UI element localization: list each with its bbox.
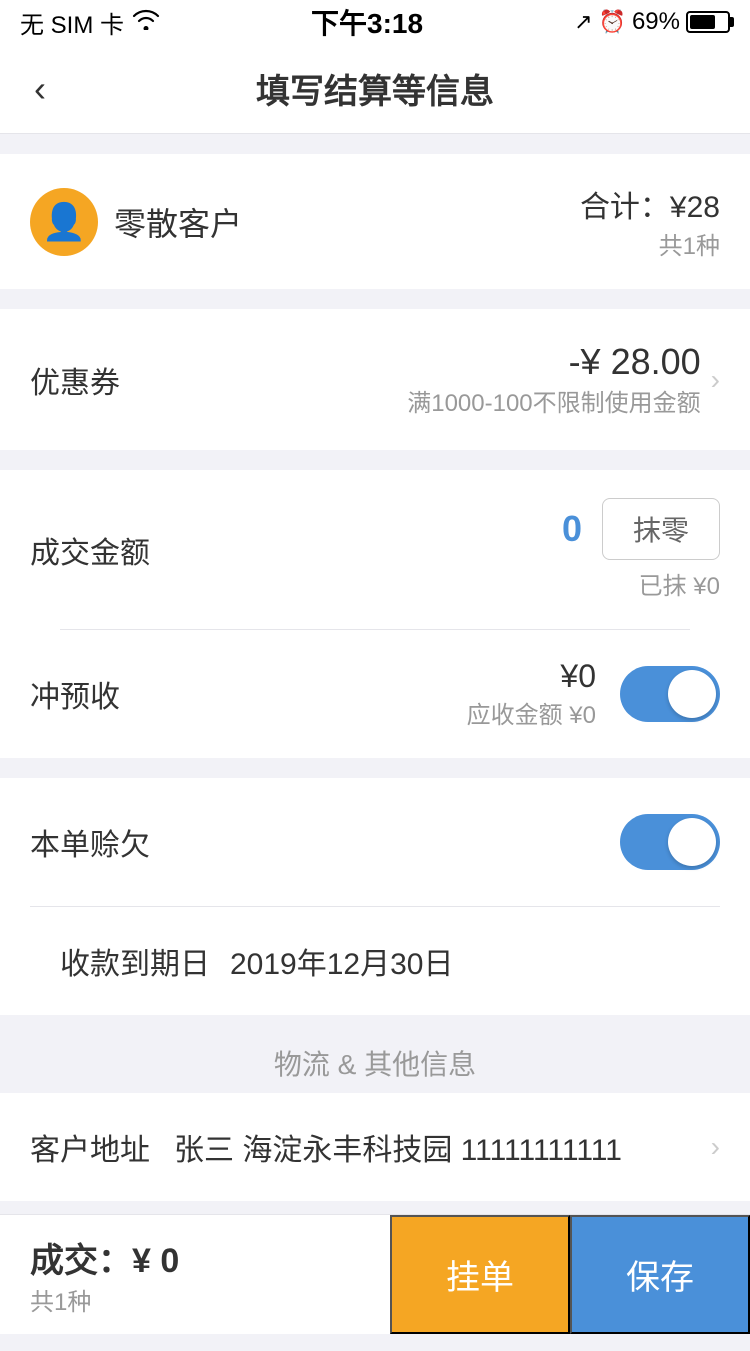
address-row[interactable]: 客户地址 张三 海淀永丰科技园 11111111111 › xyxy=(0,1093,750,1201)
debt-label: 本单赊欠 xyxy=(30,820,150,864)
customer-info: 👤 零散客户 xyxy=(30,188,242,256)
coupon-label: 优惠券 xyxy=(30,358,120,402)
user-icon: 👤 xyxy=(42,201,87,243)
coupon-desc: 满1000-100不限制使用金额 xyxy=(407,383,700,418)
deal-sub-text: 已抹 ¥0 xyxy=(639,566,720,601)
page-title: 填写结算等信息 xyxy=(256,64,494,113)
nav-bar: ‹ 填写结算等信息 xyxy=(0,44,750,134)
battery-percent: 69% xyxy=(632,8,680,36)
coupon-row[interactable]: 优惠券 -¥ 28.00 满1000-100不限制使用金额 › xyxy=(0,309,750,450)
precollect-sub: 应收金额 ¥0 xyxy=(467,695,596,730)
location-icon: ↗ xyxy=(574,9,592,35)
back-button[interactable]: ‹ xyxy=(24,58,56,120)
precollect-label: 冲预收 xyxy=(30,672,120,716)
deal-amount-right: 0 抹零 xyxy=(562,498,720,560)
section-divider xyxy=(0,1015,750,1033)
status-bar: 无 SIM 卡 下午3:18 ↗ ⏰ 69% xyxy=(0,0,750,44)
chevron-right-icon: › xyxy=(711,364,720,396)
bottom-info: 成交：¥ 0 共1种 xyxy=(0,1215,390,1334)
coupon-amount: -¥ 28.00 xyxy=(407,341,700,383)
round-button[interactable]: 抹零 xyxy=(602,498,720,560)
avatar: 👤 xyxy=(30,188,98,256)
precollect-amount: ¥0 xyxy=(467,658,596,695)
status-time: 下午3:18 xyxy=(311,2,423,42)
pending-button[interactable]: 挂单 xyxy=(390,1215,570,1334)
deal-amount-value: 0 xyxy=(562,508,582,550)
deal-amount-label: 成交金额 xyxy=(30,528,150,572)
address-chevron-icon: › xyxy=(711,1131,720,1163)
customer-total: 合计：¥28 共1种 xyxy=(580,182,720,261)
logistics-section: 物流 & 其他信息 xyxy=(0,1033,750,1093)
address-label: 客户地址 xyxy=(30,1125,150,1169)
precollect-right: ¥0 应收金额 ¥0 xyxy=(467,658,720,730)
battery-icon xyxy=(686,11,730,33)
due-date-label: 收款到期日 xyxy=(60,939,210,983)
precollect-row: 冲预收 ¥0 应收金额 ¥0 xyxy=(30,630,720,758)
bottom-deal-amount: ¥ 0 xyxy=(132,1242,179,1280)
bottom-bar: 成交：¥ 0 共1种 挂单 保存 xyxy=(0,1214,750,1334)
debt-row: 本单赊欠 xyxy=(30,778,720,906)
deal-amount-row: 成交金额 0 抹零 已抹 ¥0 xyxy=(30,470,720,629)
debt-toggle[interactable] xyxy=(620,814,720,870)
logistics-label: 物流 & 其他信息 xyxy=(274,1043,476,1083)
bottom-count: 共1种 xyxy=(30,1282,360,1317)
alarm-icon: ⏰ xyxy=(599,9,626,35)
customer-row: 👤 零散客户 合计：¥28 共1种 xyxy=(0,154,750,289)
debt-toggle-knob xyxy=(668,818,716,866)
coupon-right: -¥ 28.00 满1000-100不限制使用金额 › xyxy=(407,341,720,418)
date-row: 收款到期日 2019年12月30日 xyxy=(30,906,720,1015)
status-right: ↗ ⏰ 69% xyxy=(574,8,730,36)
main-content: 👤 零散客户 合计：¥28 共1种 优惠券 -¥ 28.00 满1000-100… xyxy=(0,154,750,1351)
bottom-deal-label: 成交： xyxy=(30,1242,132,1280)
toggle-knob xyxy=(668,670,716,718)
wifi-icon xyxy=(132,8,160,37)
due-date-value: 2019年12月30日 xyxy=(230,939,453,983)
total-amount: 合计：¥28 xyxy=(580,182,720,226)
bottom-deal: 成交：¥ 0 xyxy=(30,1233,360,1282)
address-value: 张三 海淀永丰科技园 11111111111 xyxy=(174,1125,701,1169)
customer-name: 零散客户 xyxy=(114,199,242,245)
total-count: 共1种 xyxy=(580,226,720,261)
save-button[interactable]: 保存 xyxy=(570,1215,750,1334)
status-left: 无 SIM 卡 xyxy=(20,5,160,40)
precollect-toggle[interactable] xyxy=(620,666,720,722)
no-sim-label: 无 SIM 卡 xyxy=(20,5,124,40)
